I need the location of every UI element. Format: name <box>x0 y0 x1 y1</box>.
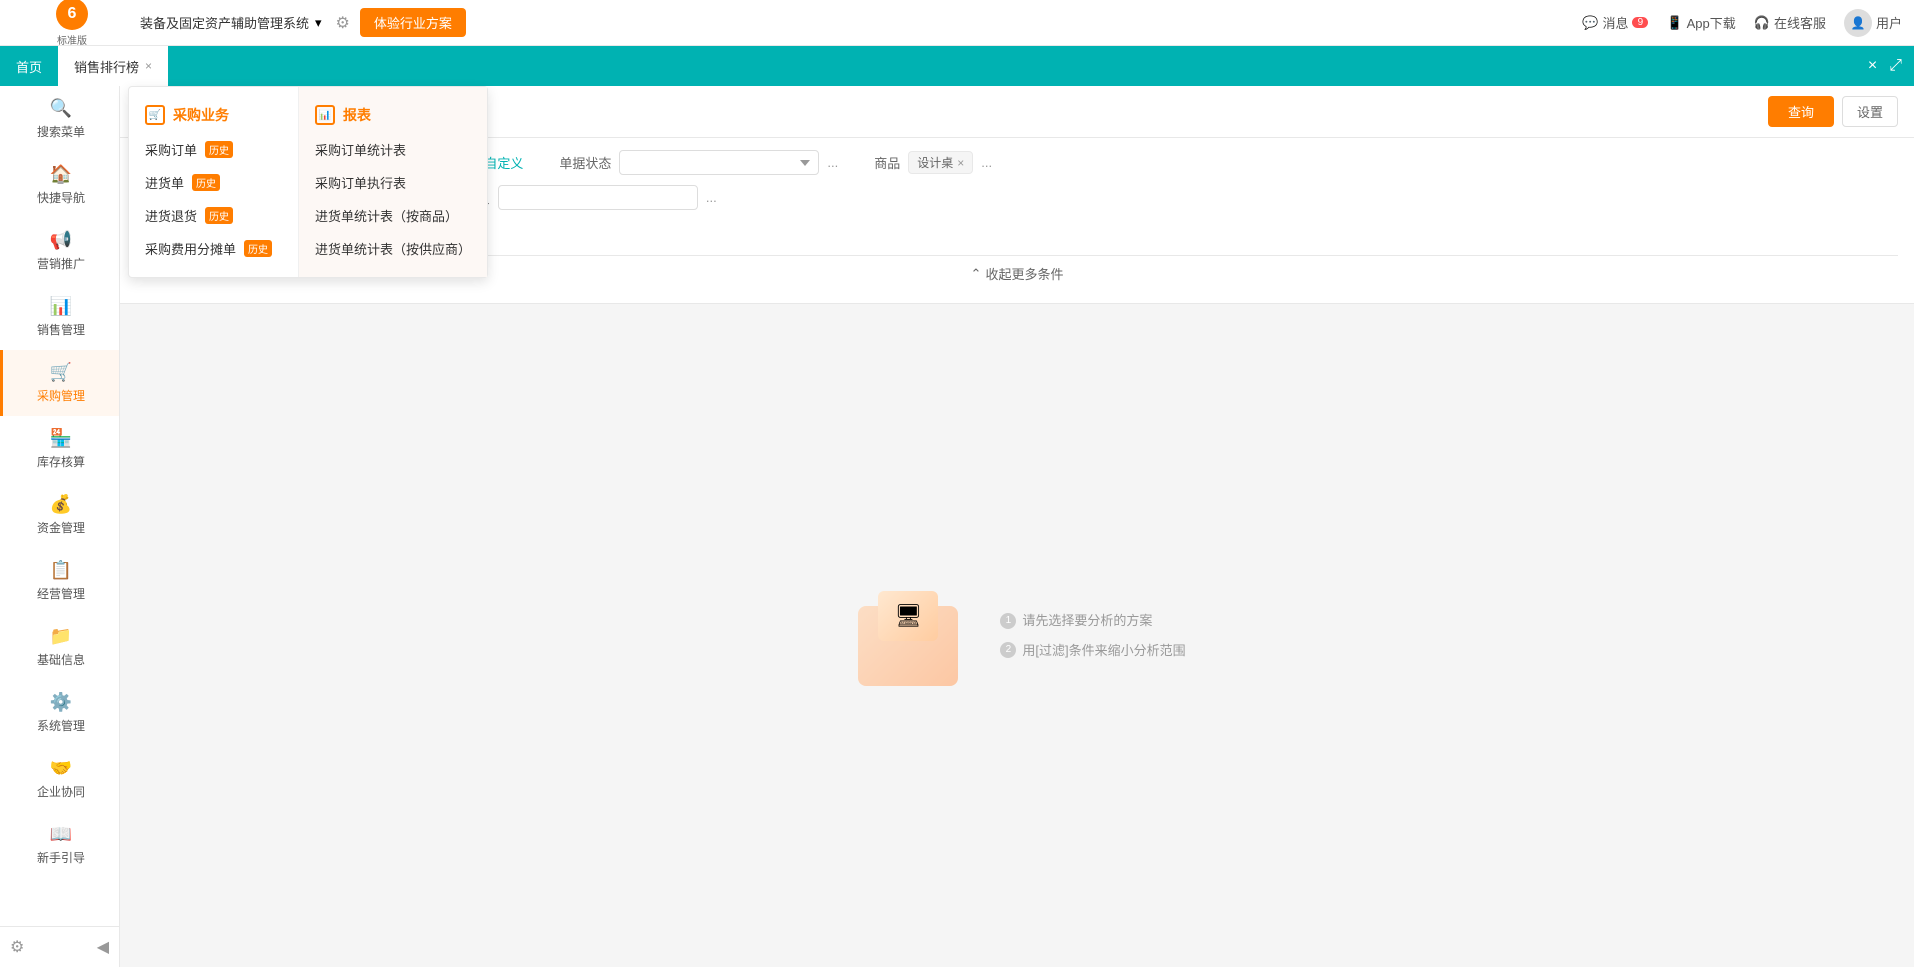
logo-icon: 6 <box>56 0 88 30</box>
sidebar-item-base[interactable]: 📁 基础信息 <box>0 614 119 680</box>
tip-item-1: 1 请先选择要分析的方案 <box>1000 609 1185 632</box>
expand-window-btn[interactable]: ⤢ <box>1885 53 1906 79</box>
dropdown-item-return[interactable]: 进货退货 历史 <box>129 199 298 232</box>
goods-tag: 设计桌 × <box>908 151 973 174</box>
operation-icon: 📋 <box>50 560 72 581</box>
toolbar-right: 查询 设置 <box>1768 96 1898 127</box>
goods-dots[interactable]: ... <box>981 155 992 170</box>
user-btn[interactable]: 👤 用户 <box>1844 9 1902 37</box>
purchase-icon: 🛒 <box>50 362 72 383</box>
custom-date-link[interactable]: 自定义 <box>484 153 523 172</box>
message-badge: 9 <box>1632 17 1648 28</box>
sidebar-item-operation[interactable]: 📋 经营管理 <box>0 548 119 614</box>
sales-icon: 📊 <box>50 296 72 317</box>
marketing-icon: 📢 <box>50 230 72 251</box>
collapse-up-icon: ⌃ <box>971 266 982 282</box>
dropdown-item-order-exec[interactable]: 采购订单执行表 <box>299 166 487 199</box>
home-icon: 🏠 <box>50 164 72 185</box>
content-area: 🖥 1 请先选择要分析的方案 2 用[过滤]条件来缩小分析范围 <box>120 304 1914 967</box>
logo-label: 标准版 <box>57 32 87 47</box>
tip-num-2: 2 <box>1000 642 1016 658</box>
bill-status-label: 单据状态 <box>559 153 611 172</box>
phone-icon: 📱 <box>1666 15 1682 31</box>
base-icon: 📁 <box>50 626 72 647</box>
sidebar-item-system[interactable]: ⚙️ 系统管理 <box>0 680 119 746</box>
system-name: 装备及固定资产辅助管理系统 <box>140 13 309 32</box>
sidebar-item-quick-nav[interactable]: 🏠 快捷导航 <box>0 152 119 218</box>
dropdown-item-purchase-order[interactable]: 采购订单 历史 <box>129 133 298 166</box>
finance-icon: 💰 <box>50 494 72 515</box>
dropdown-item-inbound-stat-supplier[interactable]: 进货单统计表（按供应商） <box>299 232 487 265</box>
topbar: 6 标准版 装备及固定资产辅助管理系统 ▾ ⚙ 体验行业方案 💬 消息 9 📱 … <box>0 0 1914 46</box>
guide-icon: 📖 <box>50 824 72 845</box>
goods-tag-close[interactable]: × <box>957 156 964 170</box>
sidebar: 🔍 搜索菜单 🏠 快捷导航 📢 营销推广 📊 销售管理 🛒 采购管理 🏪 库存核… <box>0 86 120 967</box>
bill-status-dots[interactable]: ... <box>827 155 838 170</box>
goods-label: 商品 <box>874 153 900 172</box>
tab-close-icon[interactable]: × <box>145 59 152 73</box>
gear-icon[interactable]: ⚙ <box>336 13 350 33</box>
topbar-right: 💬 消息 9 📱 App下载 🎧 在线客服 👤 用户 <box>1582 9 1902 37</box>
avatar: 👤 <box>1844 9 1872 37</box>
bill-status-select[interactable] <box>619 150 819 175</box>
sidebar-collapse-btn[interactable]: ◀ <box>97 937 109 957</box>
sidebar-item-inventory[interactable]: 🏪 库存核算 <box>0 416 119 482</box>
purchase-header-icon: 🛒 <box>145 105 165 125</box>
system-icon: ⚙️ <box>50 692 72 713</box>
close-window-btn[interactable]: × <box>1864 53 1881 79</box>
inventory-icon: 🏪 <box>50 428 72 449</box>
sidebar-item-marketing[interactable]: 📢 营销推广 <box>0 218 119 284</box>
empty-illustration: 🖥 <box>848 586 968 686</box>
tabbar: 首页 销售排行榜 × × ⤢ <box>0 46 1914 86</box>
report-header-icon: 📊 <box>315 105 335 125</box>
bill-status-filter: 单据状态 ... <box>559 150 838 175</box>
empty-tips: 1 请先选择要分析的方案 2 用[过滤]条件来缩小分析范围 <box>1000 609 1185 662</box>
system-dropdown-arrow[interactable]: ▾ <box>315 15 322 31</box>
sidebar-item-finance[interactable]: 💰 资金管理 <box>0 482 119 548</box>
search-icon: 🔍 <box>50 98 72 119</box>
industry-btn[interactable]: 体验行业方案 <box>360 8 466 37</box>
tab-sales-rank[interactable]: 销售排行榜 × <box>58 46 168 86</box>
salesman-input[interactable] <box>498 185 698 210</box>
online-service-btn[interactable]: 🎧 在线客服 <box>1754 13 1826 32</box>
hist-badge-3: 历史 <box>244 240 272 257</box>
dropdown-report-header: 📊 报表 <box>299 99 487 133</box>
dropdown-menu: 🛒 采购业务 采购订单 历史 进货单 历史 进货退货 历史 采购费用分摊单 历史… <box>128 86 488 278</box>
tip-item-2: 2 用[过滤]条件来缩小分析范围 <box>1000 639 1185 662</box>
sidebar-item-collab[interactable]: 🤝 企业协同 <box>0 746 119 812</box>
dropdown-item-inbound[interactable]: 进货单 历史 <box>129 166 298 199</box>
sidebar-item-purchase[interactable]: 🛒 采购管理 <box>0 350 119 416</box>
dropdown-item-expense[interactable]: 采购费用分摊单 历史 <box>129 232 298 265</box>
sidebar-item-sales[interactable]: 📊 销售管理 <box>0 284 119 350</box>
app-download-btn[interactable]: 📱 App下载 <box>1666 13 1735 32</box>
logo: 6 标准版 <box>12 0 132 47</box>
collapse-btn[interactable]: ⌃ 收起更多条件 <box>971 264 1064 283</box>
query-button[interactable]: 查询 <box>1768 96 1834 127</box>
message-icon: 💬 <box>1582 15 1598 31</box>
sidebar-bottom: ⚙ ◀ <box>0 926 119 967</box>
tabbar-actions: × ⤢ <box>1864 53 1914 79</box>
dropdown-purchase-col: 🛒 采购业务 采购订单 历史 进货单 历史 进货退货 历史 采购费用分摊单 历史 <box>129 87 299 277</box>
hist-badge-2: 历史 <box>205 207 233 224</box>
dropdown-item-inbound-stat-goods[interactable]: 进货单统计表（按商品） <box>299 199 487 232</box>
tip-num-1: 1 <box>1000 613 1016 629</box>
dropdown-item-order-stat[interactable]: 采购订单统计表 <box>299 133 487 166</box>
dropdown-report-col: 📊 报表 采购订单统计表 采购订单执行表 进货单统计表（按商品） 进货单统计表（… <box>299 87 487 277</box>
sidebar-settings-btn[interactable]: ⚙ <box>10 937 24 957</box>
sidebar-item-search[interactable]: 🔍 搜索菜单 <box>0 86 119 152</box>
headset-icon: 🎧 <box>1754 15 1770 31</box>
setting-button[interactable]: 设置 <box>1842 96 1898 127</box>
collab-icon: 🤝 <box>50 758 72 779</box>
hist-badge-1: 历史 <box>192 174 220 191</box>
sidebar-item-guide[interactable]: 📖 新手引导 <box>0 812 119 878</box>
goods-filter: 商品 设计桌 × ... <box>874 151 992 174</box>
message-btn[interactable]: 💬 消息 9 <box>1582 13 1648 32</box>
salesman-dots[interactable]: ... <box>706 190 717 205</box>
hist-badge-0: 历史 <box>205 141 233 158</box>
dropdown-purchase-header: 🛒 采购业务 <box>129 99 298 133</box>
salesman-filter: 业务员 ... <box>451 185 717 210</box>
tab-home[interactable]: 首页 <box>0 46 58 86</box>
